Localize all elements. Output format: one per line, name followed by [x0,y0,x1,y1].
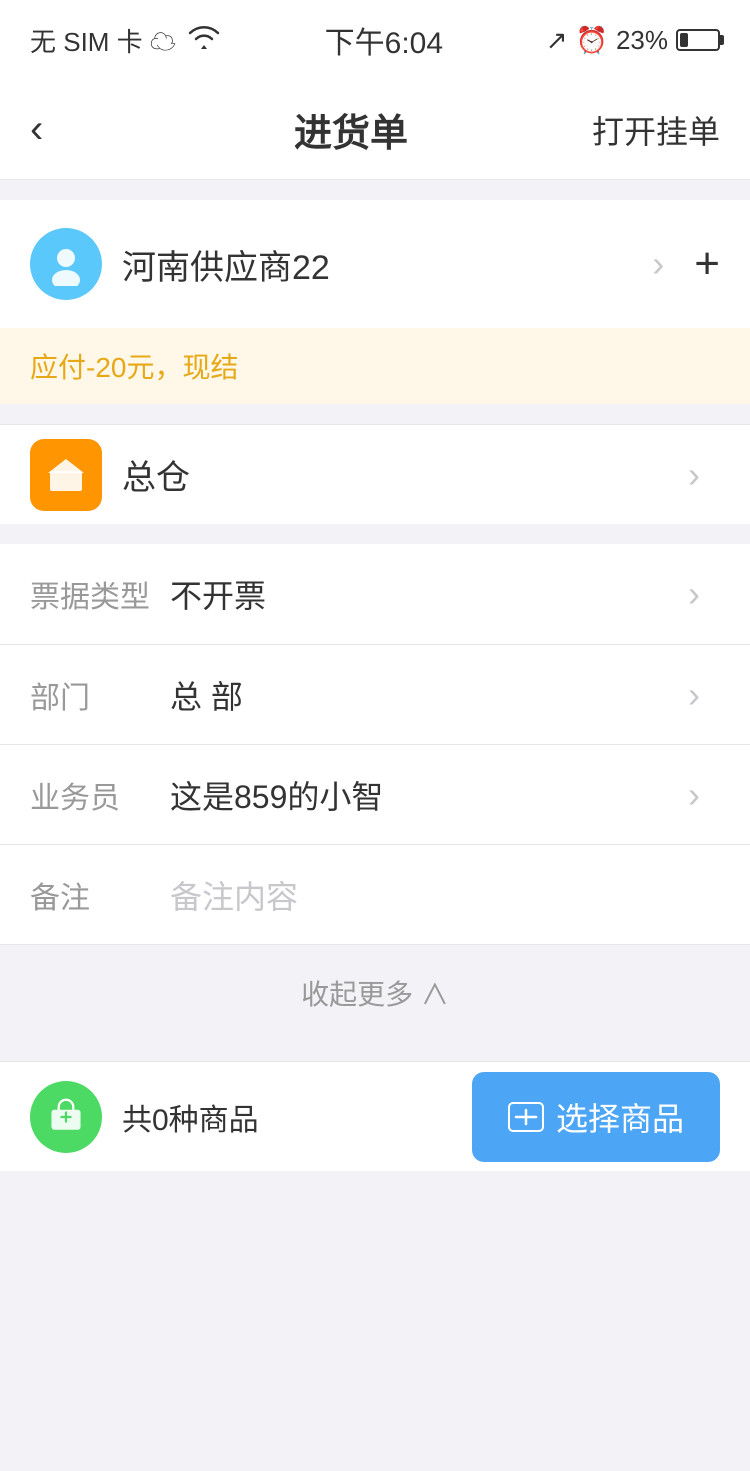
warehouse-icon-bg [30,439,102,511]
section-divider-1 [0,404,750,424]
add-supplier-button[interactable]: + [694,239,720,289]
status-bar: 无 SIM 卡 ☁ 下午6:04 ↗ ⏰ 23% [0,0,750,80]
supplier-chevron-icon: › [652,243,664,285]
supplier-avatar [30,228,102,300]
salesperson-value: 这是859的小智 [150,772,688,818]
warehouse-name: 总仓 [122,450,688,499]
select-product-label: 选择商品 [556,1094,684,1140]
invoice-type-value: 不开票 [150,571,688,617]
remark-row[interactable]: 备注 备注内容 [0,844,750,944]
battery-icon [676,29,720,51]
back-button[interactable]: ‹ [30,107,110,152]
location-icon: ↗ [546,25,568,56]
warehouse-section: 总仓 › [0,424,750,524]
supplier-section: 河南供应商22 › + 应付-20元，现结 [0,200,750,404]
section-divider-3 [0,1041,750,1061]
fields-section: 票据类型 不开票 › 部门 总 部 › 业务员 这是859的小智 › 备注 备注… [0,544,750,1041]
section-divider-2 [0,524,750,544]
salesperson-row[interactable]: 业务员 这是859的小智 › [0,744,750,844]
select-product-button[interactable]: 选择商品 [472,1072,720,1162]
remark-input[interactable]: 备注内容 [150,872,720,918]
department-value: 总 部 [150,672,688,718]
notice-bar: 应付-20元，现结 [0,328,750,404]
product-count: 共0种商品 [122,1095,472,1139]
open-pending-button[interactable]: 打开挂单 [592,107,720,153]
status-left: 无 SIM 卡 ☁ [30,22,222,59]
department-chevron-icon: › [688,674,700,716]
bottom-bar: 共0种商品 选择商品 [0,1061,750,1171]
collapse-button[interactable]: 收起更多 ∧ [0,944,750,1041]
salesperson-chevron-icon: › [688,774,700,816]
battery-percent: 23% [616,25,668,56]
warehouse-chevron-icon: › [688,454,700,496]
salesperson-label: 业务员 [30,773,150,817]
wifi-icon [186,23,222,58]
page-background [0,1171,750,1471]
status-time: 下午6:04 [325,18,443,62]
invoice-type-chevron-icon: › [688,573,700,615]
sim-label: 无 SIM 卡 ☁ [30,22,176,59]
supplier-row[interactable]: 河南供应商22 › + [0,200,750,328]
page-title: 进货单 [294,102,408,157]
department-row[interactable]: 部门 总 部 › [0,644,750,744]
invoice-type-label: 票据类型 [30,572,150,616]
department-label: 部门 [30,673,150,717]
alarm-icon: ⏰ [576,25,608,56]
nav-bar: ‹ 进货单 打开挂单 [0,80,750,180]
select-product-icon [508,1102,544,1132]
remark-label: 备注 [30,873,150,917]
status-right: ↗ ⏰ 23% [546,25,720,56]
product-icon [30,1081,102,1153]
invoice-type-row[interactable]: 票据类型 不开票 › [0,544,750,644]
warehouse-row[interactable]: 总仓 › [0,424,750,524]
top-divider [0,180,750,200]
supplier-name: 河南供应商22 [122,240,652,289]
